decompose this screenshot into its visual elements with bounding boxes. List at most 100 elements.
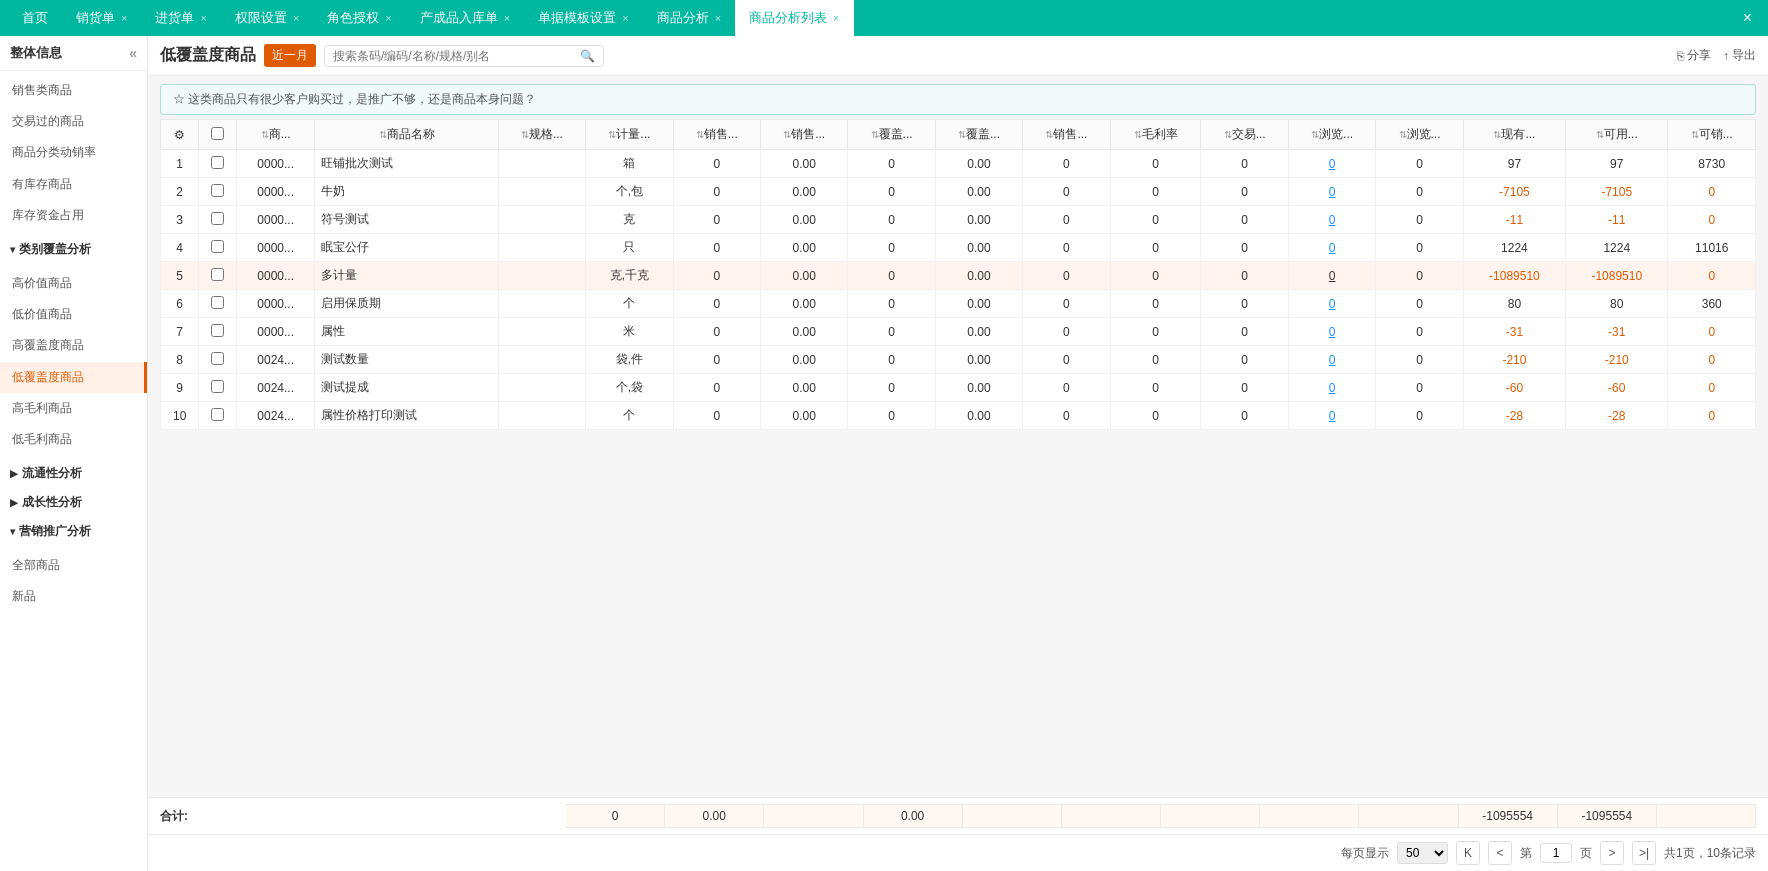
close-icon[interactable]: ×	[385, 12, 391, 24]
row-browse1[interactable]: 0	[1288, 178, 1375, 206]
row-checkbox[interactable]	[199, 178, 237, 206]
row-browse1[interactable]: 0	[1288, 234, 1375, 262]
close-icon[interactable]: ×	[715, 12, 721, 24]
sidebar-item-sales-goods[interactable]: 销售类商品	[0, 75, 147, 106]
next-page-button[interactable]: >	[1600, 841, 1624, 865]
last-page-button[interactable]: >|	[1632, 841, 1656, 865]
row-checkbox[interactable]	[199, 206, 237, 234]
col-checkbox[interactable]	[199, 120, 237, 150]
first-page-button[interactable]: K	[1456, 841, 1480, 865]
col-trade[interactable]: ⇅交易...	[1201, 120, 1288, 150]
row-checkbox[interactable]	[199, 290, 237, 318]
nav-template-settings[interactable]: 单据模板设置 ×	[524, 0, 642, 36]
page-number-input[interactable]	[1540, 843, 1572, 863]
row-checkbox[interactable]	[199, 346, 237, 374]
close-icon[interactable]: ×	[833, 12, 839, 24]
nav-roles[interactable]: 角色授权 ×	[313, 0, 405, 36]
row-browse1[interactable]: 0	[1288, 402, 1375, 430]
row-browse1[interactable]: 0	[1288, 150, 1375, 178]
nav-purchase-order[interactable]: 进货单 ×	[141, 0, 220, 36]
sidebar-item-high-coverage[interactable]: 高覆盖度商品	[0, 330, 147, 361]
col-browse1[interactable]: ⇅浏览...	[1288, 120, 1375, 150]
row-browse1[interactable]: 0	[1288, 346, 1375, 374]
nav-sales-order[interactable]: 销货单 ×	[62, 0, 141, 36]
sidebar-group-circulation-analysis[interactable]: ▶ 流通性分析	[0, 459, 147, 488]
col-gross-rate[interactable]: ⇅毛利率	[1110, 120, 1201, 150]
row-checkbox[interactable]	[199, 262, 237, 290]
col-sales-rate[interactable]: ⇅销售...	[1023, 120, 1110, 150]
row-select-checkbox[interactable]	[211, 324, 224, 337]
nav-home[interactable]: 首页	[8, 0, 62, 36]
row-cov2: 0.00	[935, 262, 1022, 290]
export-button[interactable]: ↑ 导出	[1723, 47, 1756, 64]
row-checkbox[interactable]	[199, 402, 237, 430]
row-select-checkbox[interactable]	[211, 156, 224, 169]
row-browse1[interactable]: 0	[1288, 262, 1375, 290]
data-table-container[interactable]: ⚙ ⇅商... ⇅商品名称 ⇅规格... ⇅计量... ⇅销售... ⇅销售..…	[160, 119, 1756, 797]
sidebar-item-all-goods[interactable]: 全部商品	[0, 550, 147, 581]
sidebar-collapse-button[interactable]: «	[129, 45, 137, 61]
row-checkbox[interactable]	[199, 318, 237, 346]
row-select-checkbox[interactable]	[211, 408, 224, 421]
row-browse1[interactable]: 0	[1288, 318, 1375, 346]
sidebar-item-category-activity-rate[interactable]: 商品分类动销率	[0, 137, 147, 168]
row-browse1[interactable]: 0	[1288, 290, 1375, 318]
row-select-checkbox[interactable]	[211, 240, 224, 253]
sidebar-item-stocked-goods[interactable]: 有库存商品	[0, 169, 147, 200]
close-icon[interactable]: ×	[504, 12, 510, 24]
col-browse2[interactable]: ⇅浏览...	[1376, 120, 1463, 150]
sidebar-group-marketing-analysis[interactable]: ▾ 营销推广分析	[0, 517, 147, 546]
row-trade: 0	[1201, 178, 1288, 206]
col-settings[interactable]: ⚙	[161, 120, 199, 150]
row-checkbox[interactable]	[199, 150, 237, 178]
nav-product-entry[interactable]: 产成品入库单 ×	[406, 0, 524, 36]
close-icon[interactable]: ×	[622, 12, 628, 24]
sidebar-item-low-value[interactable]: 低价值商品	[0, 299, 147, 330]
sidebar-item-high-profit[interactable]: 高毛利商品	[0, 393, 147, 424]
row-browse1[interactable]: 0	[1288, 374, 1375, 402]
sidebar-item-new-goods[interactable]: 新品	[0, 581, 147, 612]
share-button[interactable]: ⎘ 分享	[1677, 47, 1711, 64]
search-input[interactable]	[333, 49, 580, 63]
nav-permissions[interactable]: 权限设置 ×	[221, 0, 313, 36]
row-select-checkbox[interactable]	[211, 212, 224, 225]
search-icon[interactable]: 🔍	[580, 49, 595, 63]
time-filter-button[interactable]: 近一月	[264, 44, 316, 67]
row-checkbox[interactable]	[199, 234, 237, 262]
row-select-checkbox[interactable]	[211, 380, 224, 393]
col-coverage1[interactable]: ⇅覆盖...	[848, 120, 935, 150]
col-coverage2[interactable]: ⇅覆盖...	[935, 120, 1022, 150]
close-icon[interactable]: ×	[293, 12, 299, 24]
row-select-checkbox[interactable]	[211, 184, 224, 197]
row-select-checkbox[interactable]	[211, 296, 224, 309]
nav-product-analysis-list[interactable]: 商品分析列表 ×	[735, 0, 853, 36]
col-unit[interactable]: ⇅计量...	[586, 120, 673, 150]
sidebar-item-low-profit[interactable]: 低毛利商品	[0, 424, 147, 455]
sidebar-group-coverage-analysis[interactable]: ▾ 类别覆盖分析	[0, 235, 147, 264]
col-name[interactable]: ⇅商品名称	[315, 120, 498, 150]
row-select-checkbox[interactable]	[211, 268, 224, 281]
col-available-stock[interactable]: ⇅可用...	[1566, 120, 1668, 150]
row-browse1[interactable]: 0	[1288, 206, 1375, 234]
sidebar-item-stock-capital[interactable]: 库存资金占用	[0, 200, 147, 231]
sidebar-item-traded-goods[interactable]: 交易过的商品	[0, 106, 147, 137]
row-select-checkbox[interactable]	[211, 352, 224, 365]
col-saleable[interactable]: ⇅可销...	[1668, 120, 1756, 150]
close-icon[interactable]: ×	[200, 12, 206, 24]
sidebar-item-low-coverage[interactable]: 低覆盖度商品	[0, 362, 147, 393]
col-spec[interactable]: ⇅规格...	[498, 120, 585, 150]
window-close-button[interactable]: ×	[1735, 9, 1760, 27]
row-checkbox[interactable]	[199, 374, 237, 402]
sidebar-item-high-value[interactable]: 高价值商品	[0, 268, 147, 299]
row-num: 8	[161, 346, 199, 374]
col-sales-count[interactable]: ⇅销售...	[673, 120, 760, 150]
sidebar-group-growth-analysis[interactable]: ▶ 成长性分析	[0, 488, 147, 517]
col-sales-amount[interactable]: ⇅销售...	[760, 120, 847, 150]
select-all-checkbox[interactable]	[211, 127, 224, 140]
page-size-select[interactable]: 50 20 100 200	[1397, 842, 1448, 864]
close-icon[interactable]: ×	[121, 12, 127, 24]
col-current-stock[interactable]: ⇅现有...	[1463, 120, 1565, 150]
prev-page-button[interactable]: <	[1488, 841, 1512, 865]
col-code[interactable]: ⇅商...	[237, 120, 315, 150]
nav-product-analysis[interactable]: 商品分析 ×	[643, 0, 735, 36]
